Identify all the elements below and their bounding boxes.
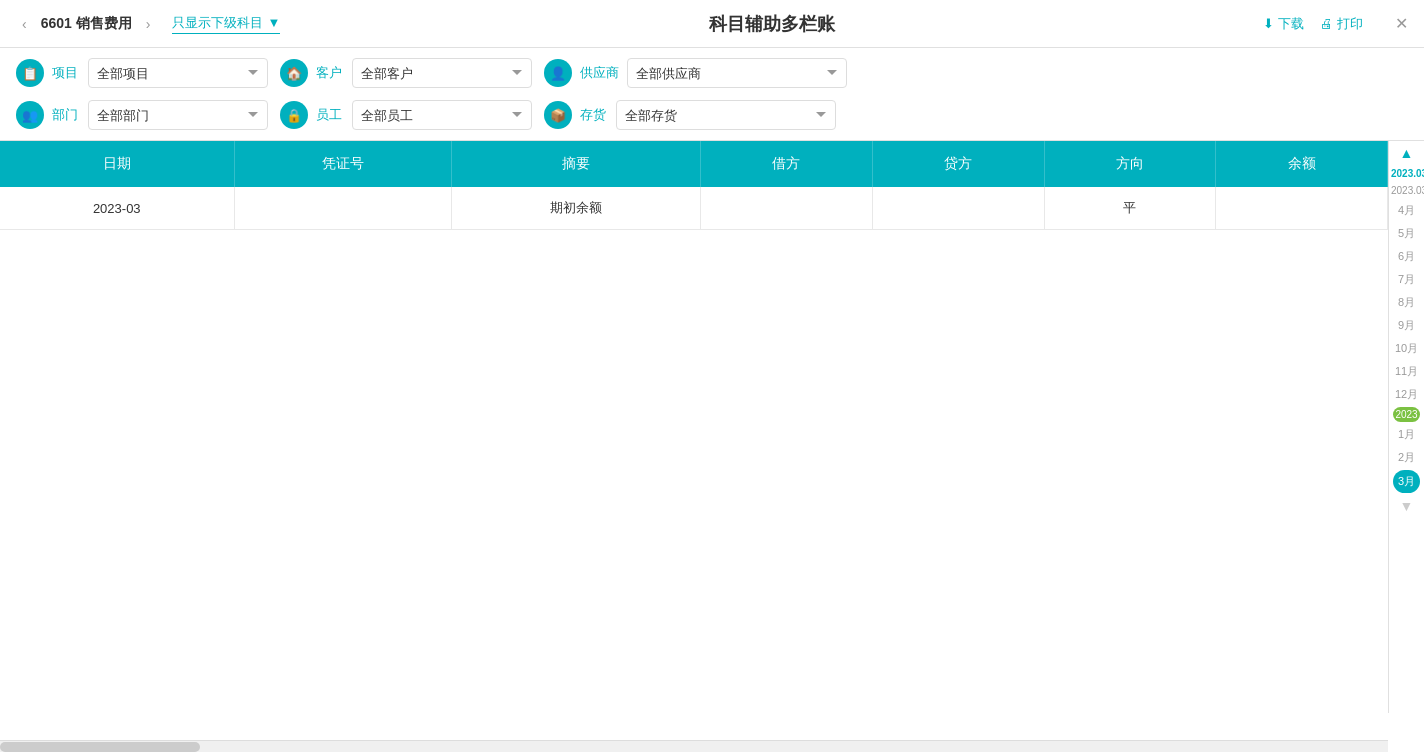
download-icon: ⬇ — [1263, 16, 1274, 31]
supplier-select[interactable]: 全部供应商 — [627, 58, 847, 88]
timeline-item-10[interactable]: 10月 — [1389, 337, 1424, 360]
cell-voucher — [234, 187, 451, 230]
main-window: ‹ 6601 销售费用 › 只显示下级科目 ▼ 科目辅助多栏账 ⬇ 下载 🖨 打… — [0, 0, 1424, 752]
table-row: 2023-03 期初余额 平 — [0, 187, 1388, 230]
account-code: 6601 销售费用 — [41, 15, 132, 33]
timeline-item-8[interactable]: 8月 — [1389, 291, 1424, 314]
top-bar: ‹ 6601 销售费用 › 只显示下级科目 ▼ 科目辅助多栏账 ⬇ 下载 🖨 打… — [0, 0, 1424, 48]
timeline-item-11[interactable]: 11月 — [1389, 360, 1424, 383]
dept-icon: 👥 — [16, 101, 44, 129]
project-label: 项目 — [52, 64, 80, 82]
employee-icon: 🔒 — [280, 101, 308, 129]
customer-filter-group: 🏠 客户 全部客户 — [280, 58, 532, 88]
inventory-filter-group: 📦 存货 全部存货 — [544, 100, 836, 130]
timeline-year-badge-2023[interactable]: 2023 — [1393, 407, 1420, 422]
page-title: 科目辅助多栏账 — [280, 12, 1263, 36]
download-label: 下载 — [1278, 15, 1304, 33]
inventory-icon: 📦 — [544, 101, 572, 129]
close-button[interactable]: ✕ — [1395, 14, 1408, 33]
chevron-down-icon: ▼ — [267, 15, 280, 30]
dept-filter-group: 👥 部门 全部部门 — [16, 100, 268, 130]
supplier-filter-group: 👤 供应商 全部供应商 — [544, 58, 847, 88]
supplier-label: 供应商 — [580, 64, 619, 82]
inventory-select[interactable]: 全部存货 — [616, 100, 836, 130]
cell-credit — [872, 187, 1044, 230]
timeline-item-1[interactable]: 1月 — [1389, 423, 1424, 446]
timeline-item-12[interactable]: 12月 — [1389, 383, 1424, 406]
col-summary: 摘要 — [451, 141, 700, 187]
timeline-item-9[interactable]: 9月 — [1389, 314, 1424, 337]
timeline-down-arrow[interactable]: ▼ — [1389, 494, 1424, 518]
col-date: 日期 — [0, 141, 234, 187]
col-credit: 贷方 — [872, 141, 1044, 187]
top-actions: ⬇ 下载 🖨 打印 ✕ — [1263, 14, 1408, 33]
next-arrow[interactable]: › — [140, 14, 157, 34]
timeline-sidebar: ▲ 2023.03 2023.03 4月 5月 6月 7月 8月 9月 10月 … — [1388, 141, 1424, 713]
employee-label: 员工 — [316, 106, 344, 124]
table-container: 日期 凭证号 摘要 借方 贷方 方向 余额 2023-03 期初余额 — [0, 141, 1388, 713]
timeline-item-2023-03[interactable]: 2023.03 — [1389, 182, 1424, 199]
project-icon: 📋 — [16, 59, 44, 87]
employee-select[interactable]: 全部员工 — [352, 100, 532, 130]
cell-balance — [1216, 187, 1388, 230]
filter-area: 📋 项目 全部项目 🏠 客户 全部客户 👤 供应商 全部供应商 👥 — [0, 48, 1424, 141]
col-balance: 余额 — [1216, 141, 1388, 187]
table-header-row: 日期 凭证号 摘要 借方 贷方 方向 余额 — [0, 141, 1388, 187]
dept-label: 部门 — [52, 106, 80, 124]
col-direction: 方向 — [1044, 141, 1216, 187]
supplier-icon: 👤 — [544, 59, 572, 87]
inventory-label: 存货 — [580, 106, 608, 124]
show-sub-label: 只显示下级科目 — [172, 14, 263, 32]
timeline-item-3-active[interactable]: 3月 — [1393, 470, 1420, 493]
employee-filter-group: 🔒 员工 全部员工 — [280, 100, 532, 130]
cell-date: 2023-03 — [0, 187, 234, 230]
customer-select[interactable]: 全部客户 — [352, 58, 532, 88]
show-sub-level[interactable]: 只显示下级科目 ▼ — [172, 14, 280, 34]
cell-debit — [701, 187, 873, 230]
project-select[interactable]: 全部项目 — [88, 58, 268, 88]
timeline-item-2023-03-header[interactable]: 2023.03 — [1389, 165, 1424, 182]
horizontal-scrollbar[interactable] — [0, 740, 1388, 752]
col-voucher: 凭证号 — [234, 141, 451, 187]
col-debit: 借方 — [701, 141, 873, 187]
project-filter-group: 📋 项目 全部项目 — [16, 58, 268, 88]
customer-label: 客户 — [316, 64, 344, 82]
timeline-item-4[interactable]: 4月 — [1389, 199, 1424, 222]
customer-icon: 🏠 — [280, 59, 308, 87]
timeline-up-arrow[interactable]: ▲ — [1389, 141, 1424, 165]
prev-arrow[interactable]: ‹ — [16, 14, 33, 34]
timeline-item-6[interactable]: 6月 — [1389, 245, 1424, 268]
timeline-item-5[interactable]: 5月 — [1389, 222, 1424, 245]
timeline-item-7[interactable]: 7月 — [1389, 268, 1424, 291]
dept-select[interactable]: 全部部门 — [88, 100, 268, 130]
data-table: 日期 凭证号 摘要 借方 贷方 方向 余额 2023-03 期初余额 — [0, 141, 1388, 230]
timeline-item-2[interactable]: 2月 — [1389, 446, 1424, 469]
cell-direction: 平 — [1044, 187, 1216, 230]
cell-summary: 期初余额 — [451, 187, 700, 230]
print-button[interactable]: 🖨 打印 — [1320, 15, 1363, 33]
download-button[interactable]: ⬇ 下载 — [1263, 15, 1304, 33]
print-icon: 🖨 — [1320, 16, 1333, 31]
print-label: 打印 — [1337, 15, 1363, 33]
scroll-thumb[interactable] — [0, 742, 200, 752]
